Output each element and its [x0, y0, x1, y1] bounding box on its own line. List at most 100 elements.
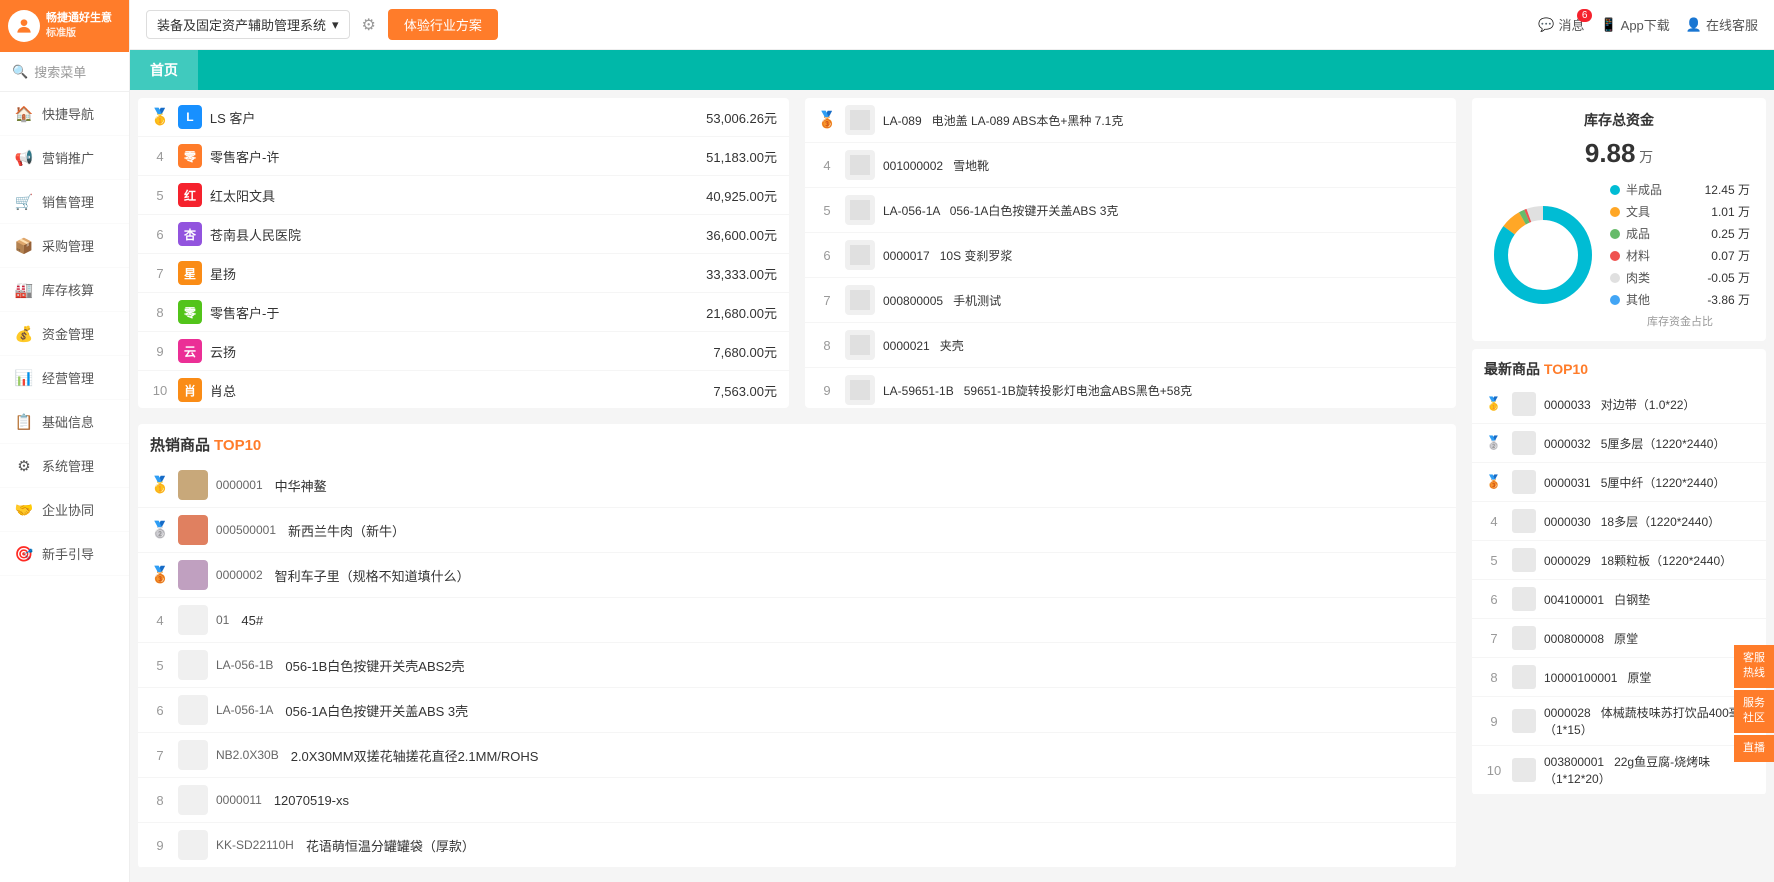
sidebar-item-finance[interactable]: 💰 资金管理	[0, 312, 129, 356]
product-img	[178, 470, 208, 500]
product-img	[178, 695, 208, 725]
service-community-button[interactable]: 服务社区	[1734, 690, 1774, 733]
livestream-button[interactable]: 直播	[1734, 735, 1774, 762]
legend-item: 半成品 12.45 万	[1610, 181, 1750, 198]
legend-dot	[1610, 273, 1620, 283]
product-img	[1512, 470, 1536, 494]
list-item: 🥇 0000001 中华神鳌	[138, 463, 1456, 508]
sales-icon: 🛒	[14, 193, 34, 211]
product-img	[1512, 758, 1536, 782]
avatar: 红	[178, 183, 202, 207]
product-img	[178, 740, 208, 770]
medal-icon: 🥇	[150, 475, 170, 495]
table-row: 6 0000017 10S 变刹罗浆	[805, 233, 1456, 278]
sidebar-item-inventory[interactable]: 🏭 库存核算	[0, 268, 129, 312]
system-selector[interactable]: 装备及固定资产辅助管理系统 ▾	[146, 10, 350, 39]
settings-icon[interactable]: ⚙	[362, 15, 376, 35]
list-item: 🥉 0000031 5厘中纤（1220*2440）	[1472, 463, 1766, 502]
sidebar: 畅捷通好生意 标准版 🔍 搜索菜单 🏠 快捷导航 📢 营销推广 🛒 销售管理 📦…	[0, 0, 130, 882]
product-ranking-panel: 🥉 LA-089 电池盖 LA-089 ABS本色+黑种 7.1克 4	[805, 98, 1456, 408]
tab-bar: 首页	[130, 50, 1774, 90]
product-img	[1512, 709, 1536, 733]
sidebar-item-sales[interactable]: 🛒 销售管理	[0, 180, 129, 224]
sidebar-item-purchase[interactable]: 📦 采购管理	[0, 224, 129, 268]
table-row: 7 000800005 手机测试	[805, 278, 1456, 323]
app-download-button[interactable]: 📱 App下载	[1600, 15, 1669, 34]
donut-chart	[1488, 200, 1598, 310]
product-img	[178, 830, 208, 860]
customer-service-button[interactable]: 客服热线	[1734, 645, 1774, 688]
topbar: 装备及固定资产辅助管理系统 ▾ ⚙ 体验行业方案 💬 消息 6 📱 App下载 …	[130, 0, 1774, 50]
logo-icon	[8, 10, 40, 42]
sidebar-item-operation[interactable]: 📊 经营管理	[0, 356, 129, 400]
table-row: 6 杏 苍南县人民医院 36,600.00元	[138, 215, 789, 254]
legend-dot	[1610, 251, 1620, 261]
table-row: 5 红 红太阳文具 40,925.00元	[138, 176, 789, 215]
medal-icon: 🥈	[150, 520, 170, 540]
sidebar-item-quicknav[interactable]: 🏠 快捷导航	[0, 92, 129, 136]
online-service-button[interactable]: 👤 在线客服	[1686, 15, 1758, 34]
list-item: 5 0000029 18颗粒板（1220*2440）	[1472, 541, 1766, 580]
table-row: 8 零 零售客户-于 21,680.00元	[138, 293, 789, 332]
table-row: 🥉 LA-089 电池盖 LA-089 ABS本色+黑种 7.1克	[805, 98, 1456, 143]
legend-dot	[1610, 229, 1620, 239]
list-item: 9 KK-SD22110H 花语萌恒温分罐罐袋（厚款）	[138, 823, 1456, 868]
list-item: 🥈 0000032 5厘多层（1220*2440）	[1472, 424, 1766, 463]
list-item: 🥉 0000002 智利车子里（规格不知道填什么）	[138, 553, 1456, 598]
legend-dot	[1610, 185, 1620, 195]
avatar: 零	[178, 144, 202, 168]
sidebar-search[interactable]: 🔍 搜索菜单	[0, 52, 129, 92]
newest-title: 最新商品 TOP10	[1472, 349, 1766, 385]
legend-dot	[1610, 295, 1620, 305]
product-img	[845, 330, 875, 360]
legend-item: 成品 0.25 万	[1610, 225, 1750, 242]
product-img	[845, 240, 875, 270]
product-img	[1512, 587, 1536, 611]
product-img	[845, 150, 875, 180]
basic-icon: 📋	[14, 413, 34, 431]
list-item: 10 003800001 22g鱼豆腐-烧烤味（1*12*20）	[1472, 746, 1766, 795]
sidebar-item-basic[interactable]: 📋 基础信息	[0, 400, 129, 444]
hot-products-panel: 热销商品TOP10 🥇 0000001 中华神鳌 🥈 000500001 新西兰…	[138, 424, 1456, 868]
hot-products-list: 🥇 0000001 中华神鳌 🥈 000500001 新西兰牛肉（新牛） 🥉	[138, 463, 1456, 868]
legend-dot	[1610, 207, 1620, 217]
list-item: 9 0000028 体械蔬枝味苏打饮品400毫升（1*15）	[1472, 697, 1766, 746]
logo-text: 畅捷通好生意 标准版	[46, 11, 112, 40]
list-item: 8 0000011 12070519-xs	[138, 778, 1456, 823]
customer-ranking-panel: 🥇 L LS 客户 53,006.26元 4 零 零售客户-许 51,183.0…	[138, 98, 789, 408]
inventory-total: 9.88 万	[1484, 138, 1754, 169]
product-img	[845, 375, 875, 405]
list-item: 4 0000030 18多层（1220*2440）	[1472, 502, 1766, 541]
product-img	[1512, 392, 1536, 416]
donut-container: 半成品 12.45 万 文具 1.01 万 成品 0.25 万	[1484, 181, 1754, 329]
legend-item: 材料 0.07 万	[1610, 247, 1750, 264]
float-service: 客服热线 服务社区 直播	[1734, 645, 1774, 762]
table-row: 10 肖 肖总 7,563.00元	[138, 371, 789, 408]
avatar: 杏	[178, 222, 202, 246]
trial-button[interactable]: 体验行业方案	[388, 9, 498, 40]
product-img	[1512, 548, 1536, 572]
product-ranking-scroll[interactable]: 🥉 LA-089 电池盖 LA-089 ABS本色+黑种 7.1克 4	[805, 98, 1456, 408]
avatar: 星	[178, 261, 202, 285]
tab-home[interactable]: 首页	[130, 50, 198, 90]
main-content: 装备及固定资产辅助管理系统 ▾ ⚙ 体验行业方案 💬 消息 6 📱 App下载 …	[130, 0, 1774, 882]
legend-item: 肉类 -0.05 万	[1610, 269, 1750, 286]
medal-icon: 🥉	[817, 110, 837, 130]
table-row: 9 LA-59651-1B 59651-1B旋转投影灯电池盒ABS黑色+58克	[805, 368, 1456, 408]
avatar: 肖	[178, 378, 202, 402]
messages-button[interactable]: 💬 消息 6	[1538, 15, 1584, 34]
finance-icon: 💰	[14, 325, 34, 343]
inventory-unit: 万	[1639, 149, 1653, 165]
list-item: 6 LA-056-1A 056-1A白色按键开关盖ABS 3壳	[138, 688, 1456, 733]
sidebar-item-collab[interactable]: 🤝 企业协同	[0, 488, 129, 532]
product-img	[845, 285, 875, 315]
collab-icon: 🤝	[14, 501, 34, 519]
sidebar-item-system[interactable]: ⚙ 系统管理	[0, 444, 129, 488]
customer-ranking-scroll[interactable]: 🥇 L LS 客户 53,006.26元 4 零 零售客户-许 51,183.0…	[138, 98, 789, 408]
newest-products-panel: 最新商品 TOP10 🥇 0000033 对边带（1.0*22） 🥈 00000…	[1472, 349, 1766, 795]
sidebar-item-marketing[interactable]: 📢 营销推广	[0, 136, 129, 180]
product-img	[845, 195, 875, 225]
service-icon: 👤	[1686, 17, 1702, 33]
product-img	[178, 785, 208, 815]
sidebar-item-guide[interactable]: 🎯 新手引导	[0, 532, 129, 576]
